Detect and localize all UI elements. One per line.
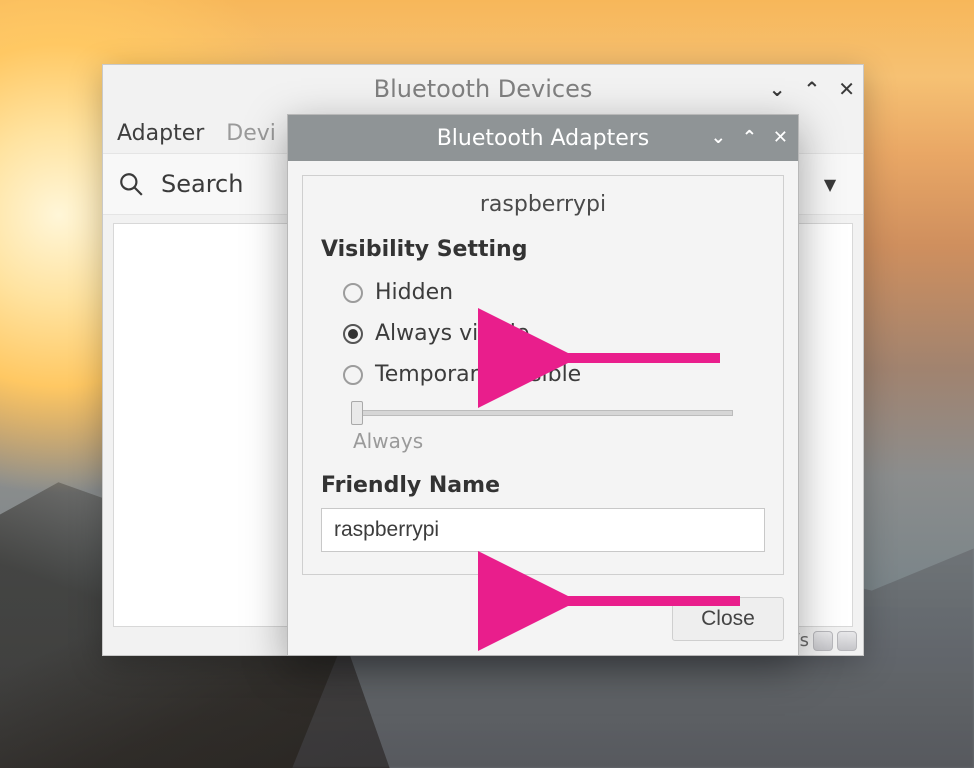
bluetooth-adapters-title: Bluetooth Adapters (437, 126, 650, 151)
status-indicator-2 (837, 631, 857, 651)
minimize-icon[interactable]: ⌄ (711, 129, 726, 147)
radio-icon-selected (343, 324, 363, 344)
bluetooth-devices-title: Bluetooth Devices (374, 75, 593, 103)
adapter-name-label: raspberrypi (321, 186, 765, 231)
slider-caption: Always (321, 423, 765, 453)
close-icon[interactable]: ✕ (838, 79, 855, 99)
visibility-section-label: Visibility Setting (321, 237, 765, 262)
radio-hidden-label: Hidden (375, 280, 453, 305)
minimize-icon[interactable]: ⌄ (769, 79, 786, 99)
radio-temporarily-visible[interactable]: Temporarily visible (321, 354, 765, 395)
visibility-timeout-slider[interactable] (321, 395, 765, 423)
friendly-name-section-label: Friendly Name (321, 473, 765, 498)
close-icon[interactable]: ✕ (773, 129, 788, 147)
close-button[interactable]: Close (672, 597, 784, 641)
radio-always-visible[interactable]: Always visible (321, 313, 765, 354)
search-icon (117, 170, 145, 198)
radio-always-label: Always visible (375, 321, 529, 346)
toolbar-dropdown[interactable]: ▼ (811, 165, 849, 203)
adapters-content-frame: raspberrypi Visibility Setting Hidden Al… (302, 175, 784, 575)
bluetooth-devices-titlebar[interactable]: Bluetooth Devices ⌄ ⌃ ✕ (103, 65, 863, 113)
radio-icon (343, 283, 363, 303)
maximize-icon[interactable]: ⌃ (742, 129, 757, 147)
window-controls: ⌄ ⌃ ✕ (769, 65, 855, 113)
search-button[interactable]: Search (161, 170, 243, 198)
bluetooth-adapters-titlebar[interactable]: Bluetooth Adapters ⌄ ⌃ ✕ (288, 115, 798, 161)
slider-track (353, 410, 733, 416)
slider-thumb[interactable] (351, 401, 363, 425)
dialog-footer: Close (288, 589, 798, 655)
radio-temporary-label: Temporarily visible (375, 362, 581, 387)
friendly-name-input[interactable] (321, 508, 765, 552)
status-indicator-1 (813, 631, 833, 651)
menu-adapter[interactable]: Adapter (117, 121, 204, 146)
dialog-window-controls: ⌄ ⌃ ✕ (711, 115, 788, 161)
maximize-icon[interactable]: ⌃ (803, 79, 820, 99)
radio-hidden[interactable]: Hidden (321, 272, 765, 313)
bluetooth-adapters-dialog: Bluetooth Adapters ⌄ ⌃ ✕ raspberrypi Vis… (287, 114, 799, 656)
chevron-down-icon: ▼ (824, 175, 836, 194)
menu-device-truncated[interactable]: Devi (226, 121, 276, 146)
radio-icon (343, 365, 363, 385)
